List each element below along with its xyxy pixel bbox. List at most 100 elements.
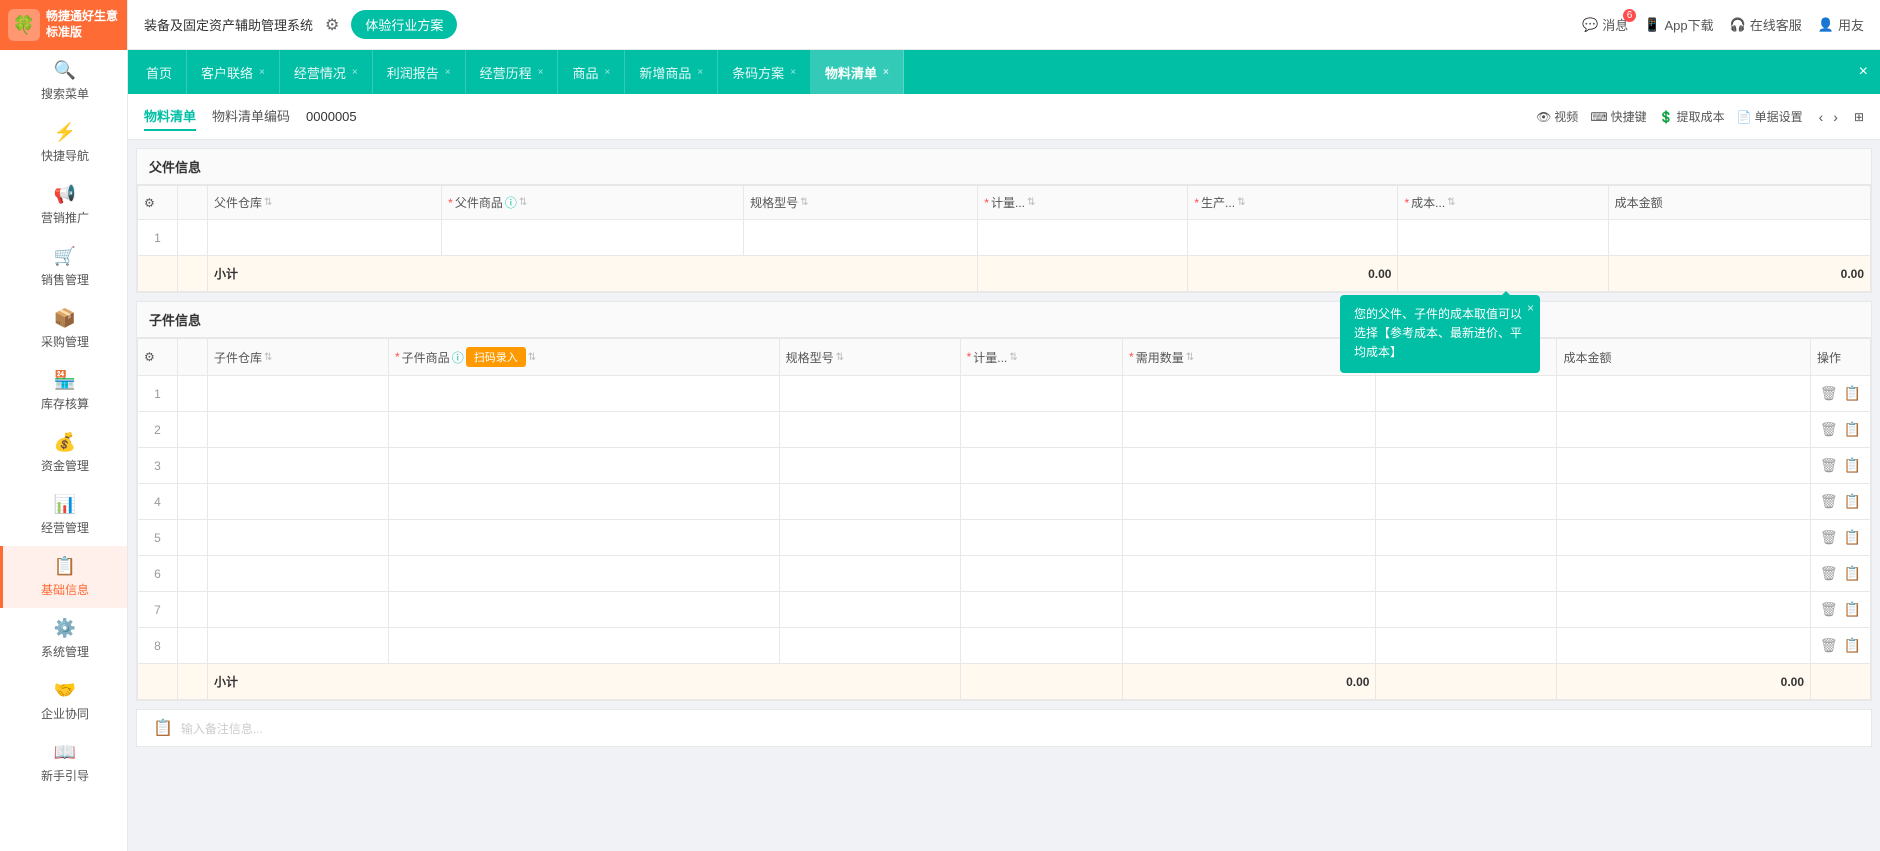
scan-button[interactable]: 扫码录入 <box>466 347 526 367</box>
child-col-settings[interactable]: ⚙ <box>138 339 178 376</box>
sidebar-item-quick-nav[interactable]: ⚡ 快捷导航 <box>0 112 127 174</box>
copy-row-4-icon[interactable]: 📋 <box>1844 493 1861 510</box>
child-row-6-unit-cost[interactable] <box>1376 556 1557 592</box>
sidebar-item-inventory[interactable]: 🏪 库存核算 <box>0 360 127 422</box>
child-row-4-goods[interactable] <box>389 484 780 520</box>
parent-row-1-goods[interactable] <box>442 220 744 256</box>
sidebar-item-system[interactable]: ⚙️ 系统管理 <box>0 608 127 670</box>
child-row-3-warehouse[interactable] <box>208 448 389 484</box>
remark-text[interactable]: 输入备注信息... <box>181 720 263 737</box>
child-row-5-spec[interactable] <box>779 520 960 556</box>
message-button[interactable]: 💬 消息 6 <box>1582 15 1628 34</box>
tab-close-barcode[interactable]: × <box>790 67 796 78</box>
child-row-7-unit[interactable] <box>960 592 1122 628</box>
parent-row-1-spec[interactable] <box>744 220 978 256</box>
child-row-2-unit[interactable] <box>960 412 1122 448</box>
sidebar-item-operations[interactable]: 📊 经营管理 <box>0 484 127 546</box>
sub-tab-bom-code[interactable]: 物料清单编码 <box>212 102 290 131</box>
child-row-3-quantity[interactable] <box>1123 448 1376 484</box>
parent-row-1-cost[interactable] <box>1398 220 1608 256</box>
shortcut-action[interactable]: ⌨ 快捷键 <box>1590 108 1646 125</box>
copy-row-6-icon[interactable]: 📋 <box>1844 565 1861 582</box>
child-row-5-quantity[interactable] <box>1123 520 1376 556</box>
child-row-1-unit[interactable] <box>960 376 1122 412</box>
sidebar-item-marketing[interactable]: 📢 营销推广 <box>0 174 127 236</box>
sidebar-item-search[interactable]: 🔍 搜索菜单 <box>0 50 127 112</box>
child-row-2-spec[interactable] <box>779 412 960 448</box>
sidebar-item-finance[interactable]: 💰 资金管理 <box>0 422 127 484</box>
child-row-3-unit[interactable] <box>960 448 1122 484</box>
child-row-4-quantity[interactable] <box>1123 484 1376 520</box>
tab-close-history[interactable]: × <box>538 67 544 78</box>
sidebar-item-sales[interactable]: 🛒 销售管理 <box>0 236 127 298</box>
view-action[interactable]: 👁 视频 <box>1536 108 1578 125</box>
child-row-6-quantity[interactable] <box>1123 556 1376 592</box>
delete-row-5-icon[interactable]: 🗑 <box>1820 529 1838 546</box>
child-row-1-unit-cost[interactable] <box>1376 376 1557 412</box>
grid-view-icon[interactable]: ⊞ <box>1854 110 1864 124</box>
child-row-6-unit[interactable] <box>960 556 1122 592</box>
tab-home[interactable]: 首页 <box>132 50 187 94</box>
child-row-8-spec[interactable] <box>779 628 960 664</box>
sidebar-item-enterprise[interactable]: 🤝 企业协同 <box>0 670 127 732</box>
service-button[interactable]: 🎧 在线客服 <box>1730 15 1802 34</box>
delete-row-6-icon[interactable]: 🗑 <box>1820 565 1838 582</box>
settings-button[interactable]: ⚙ <box>325 15 339 35</box>
copy-row-8-icon[interactable]: 📋 <box>1844 637 1861 654</box>
tab-history[interactable]: 经营历程 × <box>466 50 559 94</box>
child-row-6-spec[interactable] <box>779 556 960 592</box>
tooltip-close-button[interactable]: × <box>1527 299 1534 318</box>
child-row-7-spec[interactable] <box>779 592 960 628</box>
sub-tab-bom-list[interactable]: 物料清单 <box>144 102 196 131</box>
sidebar-item-guide[interactable]: 📖 新手引导 <box>0 732 127 794</box>
copy-row-3-icon[interactable]: 📋 <box>1844 457 1861 474</box>
child-row-7-quantity[interactable] <box>1123 592 1376 628</box>
tab-close-profit[interactable]: × <box>445 67 451 78</box>
child-row-4-warehouse[interactable] <box>208 484 389 520</box>
tab-close-new-goods[interactable]: × <box>697 67 703 78</box>
tab-close-business[interactable]: × <box>352 67 358 78</box>
sidebar-item-purchase[interactable]: 📦 采购管理 <box>0 298 127 360</box>
child-row-8-unit[interactable] <box>960 628 1122 664</box>
copy-row-7-icon[interactable]: 📋 <box>1844 601 1861 618</box>
child-row-1-spec[interactable] <box>779 376 960 412</box>
close-all-tabs[interactable]: × <box>1851 63 1876 81</box>
child-row-5-warehouse[interactable] <box>208 520 389 556</box>
copy-row-2-icon[interactable]: 📋 <box>1844 421 1861 438</box>
tab-profit[interactable]: 利润报告 × <box>373 50 466 94</box>
tab-close-bom[interactable]: × <box>883 67 889 78</box>
child-row-1-goods[interactable] <box>389 376 780 412</box>
child-row-7-unit-cost[interactable] <box>1376 592 1557 628</box>
delete-row-1-icon[interactable]: 🗑 <box>1820 385 1838 402</box>
child-row-5-unit[interactable] <box>960 520 1122 556</box>
child-row-6-goods[interactable] <box>389 556 780 592</box>
user-button[interactable]: 👤 用友 <box>1818 15 1864 34</box>
child-row-7-goods[interactable] <box>389 592 780 628</box>
tab-close-goods[interactable]: × <box>604 67 610 78</box>
child-row-3-unit-cost[interactable] <box>1376 448 1557 484</box>
child-row-2-unit-cost[interactable] <box>1376 412 1557 448</box>
prev-arrow[interactable]: ‹ <box>1815 107 1828 127</box>
tab-close-customer[interactable]: × <box>259 67 265 78</box>
child-row-8-quantity[interactable] <box>1123 628 1376 664</box>
delete-row-2-icon[interactable]: 🗑 <box>1820 421 1838 438</box>
child-row-3-goods[interactable] <box>389 448 780 484</box>
child-row-1-quantity[interactable] <box>1123 376 1376 412</box>
parent-row-1-warehouse[interactable] <box>208 220 442 256</box>
child-row-4-unit[interactable] <box>960 484 1122 520</box>
trial-button[interactable]: 体验行业方案 <box>351 10 457 39</box>
child-row-2-quantity[interactable] <box>1123 412 1376 448</box>
copy-row-1-icon[interactable]: 📋 <box>1844 385 1861 402</box>
child-row-3-spec[interactable] <box>779 448 960 484</box>
parent-row-1-production[interactable] <box>1188 220 1398 256</box>
child-row-2-warehouse[interactable] <box>208 412 389 448</box>
tab-customer[interactable]: 客户联络 × <box>187 50 280 94</box>
next-arrow[interactable]: › <box>1829 107 1842 127</box>
child-row-1-warehouse[interactable] <box>208 376 389 412</box>
child-row-4-spec[interactable] <box>779 484 960 520</box>
single-settings-action[interactable]: 📄 单据设置 <box>1737 108 1803 125</box>
child-row-6-warehouse[interactable] <box>208 556 389 592</box>
copy-row-5-icon[interactable]: 📋 <box>1844 529 1861 546</box>
child-row-2-goods[interactable] <box>389 412 780 448</box>
child-row-7-warehouse[interactable] <box>208 592 389 628</box>
